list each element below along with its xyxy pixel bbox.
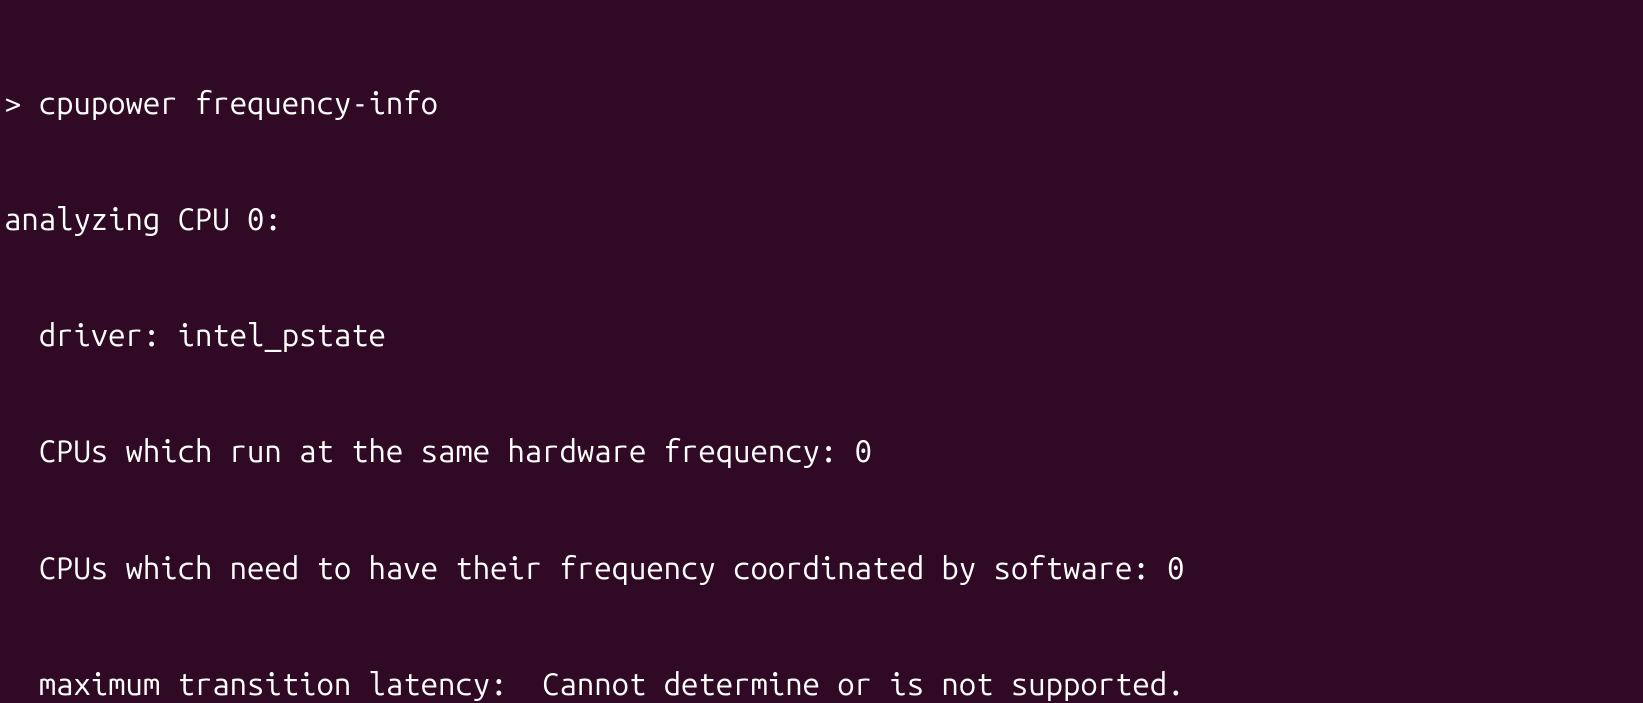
output-driver: driver: intel_pstate [4,316,1639,355]
prompt-symbol: > [4,85,39,120]
output-hw-freq-cpus: CPUs which run at the same hardware freq… [4,432,1639,471]
terminal-window[interactable]: > cpupower frequency-info analyzing CPU … [0,0,1643,703]
command-input-line: > cpupower frequency-info [4,84,1639,123]
output-transition-latency: maximum transition latency: Cannot deter… [4,665,1639,703]
output-sw-coord-cpus: CPUs which need to have their frequency … [4,549,1639,588]
output-analyzing: analyzing CPU 0: [4,200,1639,239]
command-text: cpupower frequency-info [39,85,438,120]
